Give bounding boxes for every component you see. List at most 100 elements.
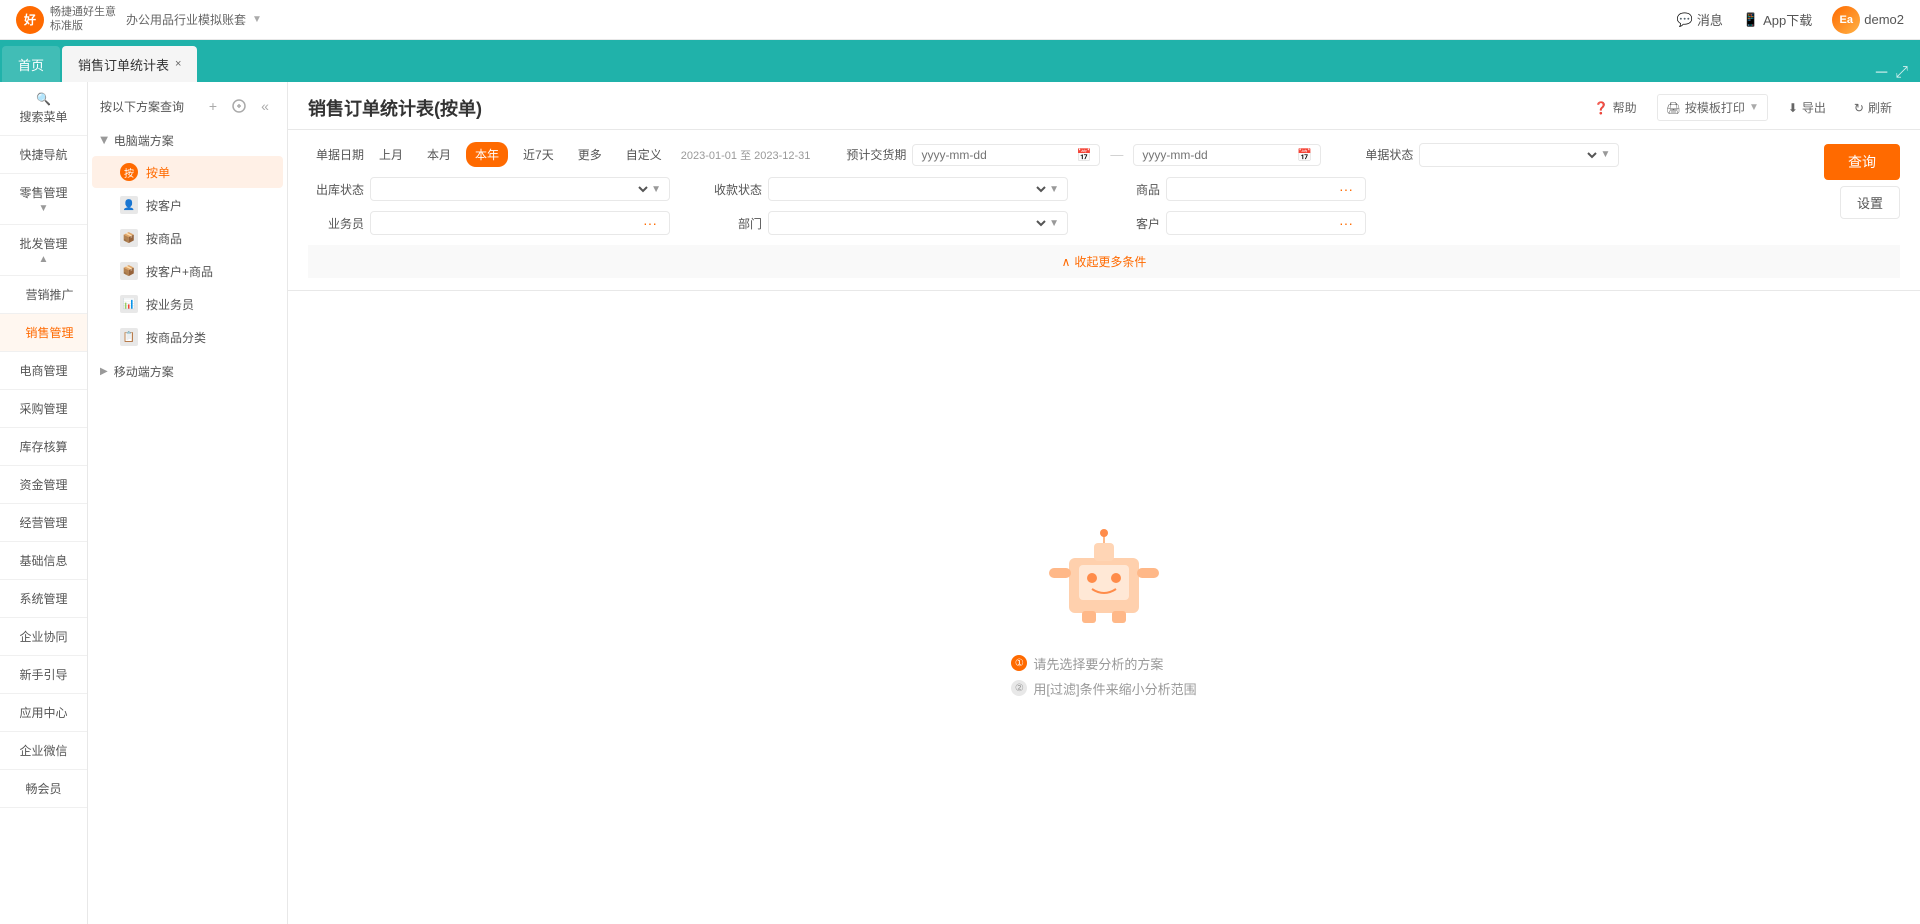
sidebar-item-operations[interactable]: 经营管理	[0, 504, 87, 542]
sidebar-search[interactable]: 🔍 搜索菜单	[0, 82, 87, 136]
sidebar-item-purchase[interactable]: 采购管理	[0, 390, 87, 428]
scheme-panel: 按以下方案查询 + « ▶ 电脑端方案 按 按单	[88, 82, 288, 924]
filter-main: 单据日期 上月 本月 本年 近7天 更多 自定义 2023-01-01 至 20…	[308, 142, 1808, 235]
print-button[interactable]: 🖨 按模板打印 ▼	[1657, 94, 1768, 121]
salesperson-more-icon[interactable]: ···	[639, 215, 661, 231]
sidebar-item-retail[interactable]: 零售管理 ▼	[0, 174, 87, 225]
delivery-date-label: 预计交货期	[846, 146, 906, 163]
scheme-add-button[interactable]: +	[203, 96, 223, 116]
export-button[interactable]: ⬇ 导出	[1780, 95, 1834, 120]
delivery-date-end[interactable]: 📅	[1133, 144, 1321, 166]
empty-tip-1: ① 请先选择要分析的方案	[1011, 654, 1196, 673]
scheme-by-product-icon: 📦	[120, 229, 138, 247]
sidebar-item-corpwx[interactable]: 企业微信	[0, 732, 87, 770]
message-button[interactable]: 💬 消息	[1677, 10, 1723, 29]
calendar-start-icon[interactable]: 📅	[1076, 148, 1091, 162]
scheme-item-by-product[interactable]: 📦 按商品	[92, 222, 283, 254]
date-btn-custom[interactable]: 自定义	[617, 142, 671, 167]
payment-status-label: 收款状态	[706, 181, 762, 198]
bill-status-select[interactable]: ▼	[1419, 143, 1619, 167]
app-download-button[interactable]: 📱 App下载	[1743, 10, 1812, 29]
sidebar-item-finance[interactable]: 资金管理	[0, 466, 87, 504]
collapse-bar[interactable]: ∧ 收起更多条件	[308, 245, 1900, 278]
scheme-item-by-cust-prod[interactable]: 📦 按客户+商品	[92, 255, 283, 287]
refresh-icon: ↻	[1854, 101, 1864, 115]
pc-scheme-group: ▶ 电脑端方案 按 按单 👤 按客户 📦 按商品 📦 按客户+商品	[88, 126, 287, 353]
sidebar-item-corp[interactable]: 企业协同	[0, 618, 87, 656]
sidebar-item-appcenter[interactable]: 应用中心	[0, 694, 87, 732]
scheme-by-product-label: 按商品	[146, 230, 182, 247]
payment-status-filter: 收款状态 ▼	[706, 177, 1068, 201]
delivery-status-select[interactable]: ▼	[370, 177, 670, 201]
scheme-item-by-category[interactable]: 📋 按商品分类	[92, 321, 283, 353]
refresh-button[interactable]: ↻ 刷新	[1846, 95, 1900, 120]
sidebar-item-basic[interactable]: 基础信息	[0, 542, 87, 580]
print-icon: 🖨	[1666, 101, 1681, 115]
date-btn-more[interactable]: 更多	[569, 142, 611, 167]
goods-search-input[interactable]	[1175, 182, 1335, 196]
salesperson-filter: 业务员 ···	[308, 211, 670, 235]
delivery-date-start[interactable]: 📅	[912, 144, 1100, 166]
salesperson-input[interactable]: ···	[370, 211, 670, 235]
bill-status-dropdown[interactable]	[1428, 147, 1600, 163]
setting-button[interactable]: 设置	[1840, 186, 1900, 219]
goods-more-icon[interactable]: ···	[1335, 181, 1357, 197]
sidebar-item-system[interactable]: 系统管理	[0, 580, 87, 618]
date-btn-7days[interactable]: 近7天	[514, 142, 563, 167]
scheme-item-by-customer[interactable]: 👤 按客户	[92, 189, 283, 221]
department-dropdown[interactable]	[777, 215, 1049, 231]
query-button[interactable]: 查询	[1824, 144, 1900, 180]
sidebar-item-ecommerce[interactable]: 电商管理	[0, 352, 87, 390]
mobile-scheme-group: ▶ 移动端方案	[88, 357, 287, 386]
wholesale-arrow: ▲	[39, 254, 49, 265]
top-bar-right: 💬 消息 📱 App下载 Ea demo2	[1677, 6, 1904, 34]
date-btn-this-month[interactable]: 本月	[418, 142, 460, 167]
scheme-item-by-order[interactable]: 按 按单	[92, 156, 283, 188]
scheme-edit-button[interactable]	[229, 96, 249, 116]
tab-close-icon[interactable]: ×	[175, 58, 181, 70]
pc-group-header[interactable]: ▶ 电脑端方案	[88, 126, 287, 155]
sidebar-item-inventory[interactable]: 库存核算	[0, 428, 87, 466]
tab-maximize-icon[interactable]: ⤢	[1895, 64, 1908, 82]
sidebar-item-wholesale[interactable]: 批发管理 ▲	[0, 225, 87, 276]
help-icon: ❓	[1594, 101, 1609, 115]
sidebar-item-sales[interactable]: 销售管理	[0, 314, 87, 352]
sidebar-item-marketing[interactable]: 营销推广	[0, 276, 87, 314]
tab-minimize-icon[interactable]: ─	[1876, 64, 1887, 82]
date-btn-last-month[interactable]: 上月	[370, 142, 412, 167]
department-select[interactable]: ▼	[768, 211, 1068, 235]
date-btn-group: 上月 本月 本年 近7天 更多 自定义 2023-01-01 至 2023-12…	[370, 142, 810, 167]
delivery-date-end-input[interactable]	[1142, 148, 1297, 162]
goods-input[interactable]: ···	[1166, 177, 1366, 201]
delivery-status-filter: 出库状态 ▼	[308, 177, 670, 201]
sidebar-item-newbie[interactable]: 新手引导	[0, 656, 87, 694]
collapse-label: 收起更多条件	[1074, 253, 1146, 270]
tab-home[interactable]: 首页	[2, 46, 60, 82]
mobile-group-header[interactable]: ▶ 移动端方案	[88, 357, 287, 386]
empty-area: ① 请先选择要分析的方案 ② 用[过滤]条件来缩小分析范围	[288, 291, 1920, 924]
logo-area: 好 畅捷通好生意 标准版	[16, 6, 116, 34]
payment-status-dropdown[interactable]	[777, 181, 1049, 197]
date-btn-this-year[interactable]: 本年	[466, 142, 508, 167]
delivery-date-start-input[interactable]	[921, 148, 1076, 162]
user-menu[interactable]: Ea demo2	[1832, 6, 1904, 34]
search-icon: 🔍	[36, 92, 51, 106]
payment-status-select[interactable]: ▼	[768, 177, 1068, 201]
customer-input[interactable]: ···	[1166, 211, 1366, 235]
page-header: 销售订单统计表(按单) ❓ 帮助 🖨 按模板打印 ▼ ⬇ 导出	[288, 82, 1920, 130]
customer-more-icon[interactable]: ···	[1335, 215, 1357, 231]
salesperson-search-input[interactable]	[379, 216, 639, 230]
customer-label: 客户	[1104, 215, 1160, 232]
sidebar-quick-nav[interactable]: 快捷导航	[0, 136, 87, 174]
customer-search-input[interactable]	[1175, 216, 1335, 230]
tab-sales-order-stats[interactable]: 销售订单统计表 ×	[62, 46, 197, 82]
sidebar-item-member[interactable]: 畅会员	[0, 770, 87, 808]
help-button[interactable]: ❓ 帮助	[1586, 95, 1645, 120]
page-title: 销售订单统计表(按单)	[308, 95, 482, 121]
breadcrumb-arrow[interactable]: ▼	[252, 14, 262, 25]
delivery-status-dropdown[interactable]	[379, 181, 651, 197]
scheme-item-by-sales[interactable]: 📊 按业务员	[92, 288, 283, 320]
department-filter: 部门 ▼	[706, 211, 1068, 235]
calendar-end-icon[interactable]: 📅	[1297, 148, 1312, 162]
scheme-collapse-button[interactable]: «	[255, 96, 275, 116]
